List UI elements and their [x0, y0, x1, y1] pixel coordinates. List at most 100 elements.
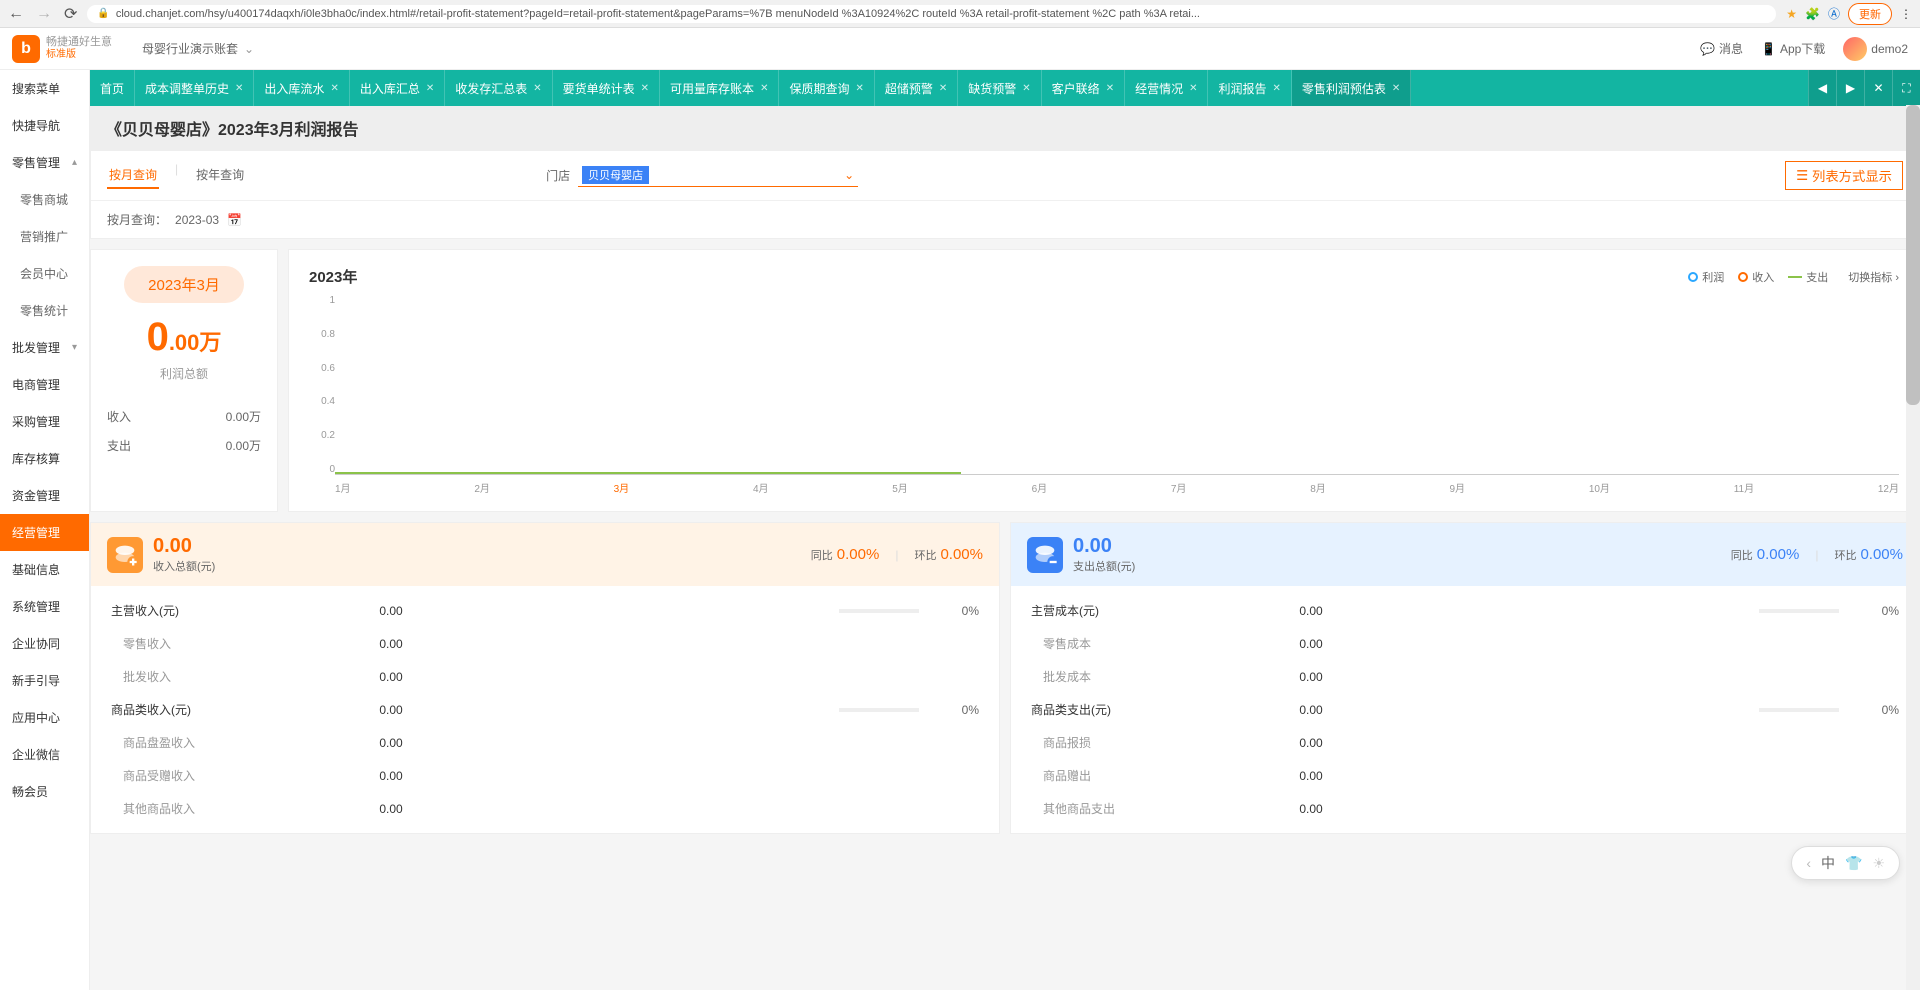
close-icon[interactable]: ✕: [533, 83, 541, 94]
x-axis: 1月2月3月4月5月6月7月8月9月10月11月12月: [335, 480, 1899, 495]
scrollbar-vertical[interactable]: [1906, 105, 1920, 990]
tab-prev-button[interactable]: ◀: [1808, 70, 1836, 106]
chart-header: 2023年 利润 收入 支出 切换指标 ›: [309, 266, 1899, 287]
tab[interactable]: 超储预警✕: [875, 70, 958, 106]
float-toolbar[interactable]: ‹ 中 👕 ☀: [1791, 846, 1900, 880]
sidebar-item[interactable]: 营销推广: [0, 218, 89, 255]
list-mode-button[interactable]: ☰ 列表方式显示: [1785, 161, 1903, 190]
sidebar-item[interactable]: 电商管理: [0, 366, 89, 403]
close-icon[interactable]: ✕: [426, 83, 434, 94]
tab[interactable]: 出入库汇总✕: [350, 70, 445, 106]
tab[interactable]: 收发存汇总表✕: [445, 70, 552, 106]
legend-profit[interactable]: 利润: [1688, 269, 1724, 285]
tab[interactable]: 零售利润预估表✕: [1292, 70, 1411, 106]
sidebar-item[interactable]: 会员中心: [0, 255, 89, 292]
progress-bar: [839, 609, 919, 613]
tab[interactable]: 出入库流水✕: [254, 70, 349, 106]
ext-icon-1[interactable]: 🧩: [1805, 7, 1820, 21]
sidebar-item[interactable]: 搜索菜单: [0, 70, 89, 107]
sidebar-item[interactable]: 库存核算: [0, 440, 89, 477]
tab-close-button[interactable]: ✕: [1864, 70, 1892, 106]
store-input[interactable]: 贝贝母婴店 ⌄: [578, 164, 858, 187]
sidebar-item[interactable]: 企业协同: [0, 625, 89, 662]
data-row: 主营收入(元) 0.00 0%: [107, 594, 983, 627]
star-icon[interactable]: ★: [1786, 7, 1797, 21]
tab[interactable]: 保质期查询✕: [779, 70, 874, 106]
sidebar-item[interactable]: 经营管理: [0, 514, 89, 551]
tabs-controls: ◀ ▶ ✕ ⛶: [1808, 70, 1920, 106]
header-right: 💬 消息 📱 App下载 demo2: [1700, 37, 1908, 61]
update-button[interactable]: 更新: [1848, 3, 1892, 25]
sun-icon[interactable]: ☀: [1872, 855, 1885, 872]
tab[interactable]: 可用量库存账本✕: [660, 70, 779, 106]
forward-icon[interactable]: →: [36, 5, 52, 23]
back-icon[interactable]: ←: [8, 5, 24, 23]
close-icon[interactable]: ✕: [855, 83, 863, 94]
tab[interactable]: 成本调整单历史✕: [135, 70, 254, 106]
progress-bar: [1759, 609, 1839, 613]
account-selector[interactable]: 母婴行业演示账套 ⌄: [142, 40, 254, 57]
filter-row-2: 按月查询： 2023-03 📅: [91, 201, 1919, 238]
month-value: 2023-03: [175, 213, 219, 227]
sidebar-item[interactable]: 零售商城: [0, 181, 89, 218]
sidebar-item[interactable]: 基础信息: [0, 551, 89, 588]
legend-income[interactable]: 收入: [1738, 269, 1774, 285]
logo-text: 畅捷通好生意 标准版: [46, 36, 112, 61]
tab[interactable]: 经营情况✕: [1125, 70, 1208, 106]
close-icon[interactable]: ✕: [939, 83, 947, 94]
close-icon[interactable]: ✕: [760, 83, 768, 94]
tab[interactable]: 要货单统计表✕: [553, 70, 660, 106]
sidebar-item[interactable]: 企业微信: [0, 736, 89, 773]
sidebar-item[interactable]: 畅会员: [0, 773, 89, 810]
close-icon[interactable]: ✕: [330, 83, 338, 94]
expense-stats: 同比0.00% | 环比0.00%: [1731, 546, 1903, 563]
close-icon[interactable]: ✕: [1189, 83, 1197, 94]
app-download-button[interactable]: 📱 App下载: [1761, 40, 1825, 57]
messages-button[interactable]: 💬 消息: [1700, 40, 1743, 57]
close-icon[interactable]: ✕: [1022, 83, 1030, 94]
app-logo: b: [12, 35, 40, 63]
chevron-down-icon: ⌄: [244, 42, 254, 56]
lang-label[interactable]: 中: [1821, 853, 1835, 873]
sidebar-item[interactable]: 应用中心: [0, 699, 89, 736]
close-icon[interactable]: ✕: [1392, 83, 1400, 94]
switch-indicator[interactable]: 切换指标 ›: [1848, 269, 1899, 285]
url-bar[interactable]: 🔒 cloud.chanjet.com/hsy/u400174daqxh/i0l…: [87, 5, 1776, 23]
sidebar-item[interactable]: 快捷导航: [0, 107, 89, 144]
month-query-label: 按月查询：: [107, 211, 167, 228]
sidebar-item[interactable]: 系统管理: [0, 588, 89, 625]
income-stats: 同比0.00% | 环比0.00%: [811, 546, 983, 563]
sidebar-item[interactable]: 批发管理▾: [0, 329, 89, 366]
chart-body: 10.80.60.40.20 1月2月3月4月5月6月7月8月9月10月11月1…: [309, 295, 1899, 495]
menu-icon[interactable]: ⋮: [1900, 7, 1912, 21]
close-icon[interactable]: ✕: [235, 83, 243, 94]
tab[interactable]: 缺货预警✕: [958, 70, 1041, 106]
tab-expand-button[interactable]: ⛶: [1892, 70, 1920, 106]
caret-up-icon: ▴: [72, 157, 77, 168]
tab-next-button[interactable]: ▶: [1836, 70, 1864, 106]
legend-expense[interactable]: 支出: [1788, 269, 1828, 285]
shirt-icon[interactable]: 👕: [1845, 855, 1862, 872]
tab-by-month[interactable]: 按月查询: [107, 162, 159, 189]
scrollbar-thumb[interactable]: [1906, 105, 1920, 405]
tab-by-year[interactable]: 按年查询: [194, 162, 246, 189]
tab[interactable]: 首页: [90, 70, 135, 106]
reload-icon[interactable]: ⟳: [64, 4, 77, 24]
sidebar-item[interactable]: 零售统计: [0, 292, 89, 329]
tab[interactable]: 客户联络✕: [1042, 70, 1125, 106]
tab[interactable]: 利润报告✕: [1208, 70, 1291, 106]
close-icon[interactable]: ✕: [1273, 83, 1281, 94]
phone-icon: 📱: [1761, 42, 1776, 56]
sidebar-item[interactable]: 资金管理: [0, 477, 89, 514]
sidebar-item[interactable]: 零售管理▴: [0, 144, 89, 181]
ext-icon-2[interactable]: Ⓐ: [1828, 5, 1840, 22]
close-icon[interactable]: ✕: [1106, 83, 1114, 94]
sidebar-item[interactable]: 新手引导: [0, 662, 89, 699]
calendar-icon[interactable]: 📅: [227, 213, 242, 227]
sidebar-item[interactable]: 采购管理: [0, 403, 89, 440]
arrow-left-icon[interactable]: ‹: [1806, 855, 1811, 871]
filter-box: 按月查询 | 按年查询 门店 贝贝母婴店 ⌄ ☰ 列表方式显示 按月查询：: [90, 150, 1920, 239]
close-icon[interactable]: ✕: [641, 83, 649, 94]
income-row: 收入 0.00万: [107, 402, 261, 431]
user-menu[interactable]: demo2: [1843, 37, 1908, 61]
